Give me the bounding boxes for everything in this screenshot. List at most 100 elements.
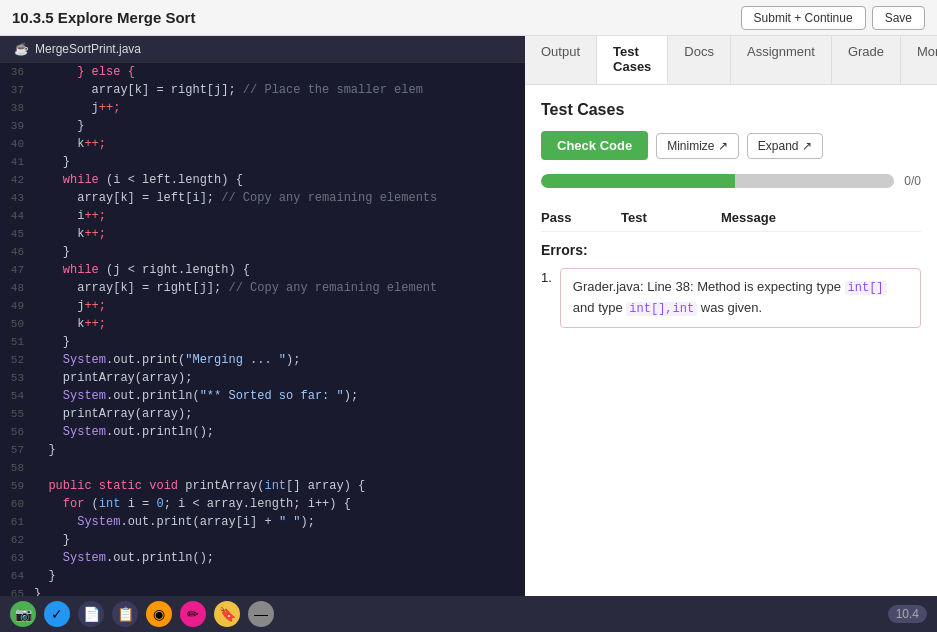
- pencil-icon[interactable]: ✏: [180, 601, 206, 627]
- line-number: 38: [0, 99, 34, 117]
- test-content: Test Cases Check Code Minimize ↗ Expand …: [525, 85, 937, 596]
- file-icon[interactable]: 📄: [78, 601, 104, 627]
- table-row: 45 k++;: [0, 225, 525, 243]
- table-row: 46 }: [0, 243, 525, 261]
- nav-tab-test-cases[interactable]: Test Cases: [597, 36, 668, 84]
- line-code: printArray(array);: [34, 369, 192, 387]
- line-number: 65: [0, 585, 34, 596]
- table-row: 49 j++;: [0, 297, 525, 315]
- check-code-button[interactable]: Check Code: [541, 131, 648, 160]
- line-code: k++;: [34, 135, 106, 153]
- test-cases-header: Test Cases: [541, 101, 921, 119]
- test-table-header: Pass Test Message: [541, 204, 921, 232]
- line-number: 56: [0, 423, 34, 441]
- page-title: 10.3.5 Explore Merge Sort: [12, 9, 741, 26]
- submit-continue-button[interactable]: Submit + Continue: [741, 6, 866, 30]
- line-number: 45: [0, 225, 34, 243]
- table-row: 55 printArray(array);: [0, 405, 525, 423]
- table-row: 37 array[k] = right[j]; // Place the sma…: [0, 81, 525, 99]
- line-number: 59: [0, 477, 34, 495]
- file-name: MergeSortPrint.java: [35, 42, 141, 56]
- line-code: array[k] = left[i]; // Copy any remainin…: [34, 189, 437, 207]
- code-panel: ☕ MergeSortPrint.java 36 } else {37 arra…: [0, 36, 525, 596]
- line-code: System.out.println();: [34, 549, 214, 567]
- error-code-type2: int[],int: [626, 302, 697, 316]
- file-tab[interactable]: ☕ MergeSortPrint.java: [0, 36, 525, 63]
- error-number: 1.: [541, 270, 552, 285]
- table-row: 63 System.out.println();: [0, 549, 525, 567]
- line-code: k++;: [34, 225, 106, 243]
- progress-bar-container: 0/0: [541, 174, 921, 188]
- table-row: 56 System.out.println();: [0, 423, 525, 441]
- table-row: 40 k++;: [0, 135, 525, 153]
- line-code: System.out.print(array[i] + " ");: [34, 513, 315, 531]
- progress-score: 0/0: [904, 174, 921, 188]
- error-code-type1: int[]: [845, 281, 887, 295]
- table-row: 54 System.out.println("** Sorted so far:…: [0, 387, 525, 405]
- table-row: 41 }: [0, 153, 525, 171]
- table-row: 61 System.out.print(array[i] + " ");: [0, 513, 525, 531]
- circle-icon[interactable]: ◉: [146, 601, 172, 627]
- table-row: 59 public static void printArray(int[] a…: [0, 477, 525, 495]
- line-number: 52: [0, 351, 34, 369]
- table-row: 65}: [0, 585, 525, 596]
- save-button[interactable]: Save: [872, 6, 925, 30]
- table-row: 57 }: [0, 441, 525, 459]
- nav-tab-output[interactable]: Output: [525, 36, 597, 84]
- nav-tab-docs[interactable]: Docs: [668, 36, 731, 84]
- line-number: 61: [0, 513, 34, 531]
- table-row: 58: [0, 459, 525, 477]
- line-code: j++;: [34, 297, 106, 315]
- line-number: 53: [0, 369, 34, 387]
- nav-tab-assignment[interactable]: Assignment: [731, 36, 832, 84]
- table-row: 52 System.out.print("Merging ... ");: [0, 351, 525, 369]
- col-message: Message: [721, 210, 921, 225]
- camera-icon[interactable]: 📷: [10, 601, 36, 627]
- top-bar-buttons: Submit + Continue Save: [741, 6, 925, 30]
- table-row: 51 }: [0, 333, 525, 351]
- line-number: 36: [0, 63, 34, 81]
- line-code: printArray(array);: [34, 405, 192, 423]
- line-code: }: [34, 531, 70, 549]
- line-number: 64: [0, 567, 34, 585]
- line-number: 58: [0, 459, 34, 477]
- line-number: 51: [0, 333, 34, 351]
- table-row: 39 }: [0, 117, 525, 135]
- test-actions: Check Code Minimize ↗ Expand ↗: [541, 131, 921, 160]
- line-number: 57: [0, 441, 34, 459]
- bookmark-icon[interactable]: 🔖: [214, 601, 240, 627]
- line-number: 44: [0, 207, 34, 225]
- line-number: 63: [0, 549, 34, 567]
- line-code: while (i < left.length) {: [34, 171, 243, 189]
- expand-button[interactable]: Expand ↗: [747, 133, 823, 159]
- nav-tab-grade[interactable]: Grade: [832, 36, 901, 84]
- line-number: 49: [0, 297, 34, 315]
- nav-tab-more[interactable]: More: [901, 36, 937, 84]
- table-row: 48 array[k] = right[j]; // Copy any rema…: [0, 279, 525, 297]
- line-code: } else {: [34, 63, 135, 81]
- minimize-button[interactable]: Minimize ↗: [656, 133, 739, 159]
- line-number: 47: [0, 261, 34, 279]
- line-number: 62: [0, 531, 34, 549]
- check-icon[interactable]: ✓: [44, 601, 70, 627]
- errors-list: 1. Grader.java: Line 38: Method is expect…: [541, 268, 921, 328]
- table-row: 50 k++;: [0, 315, 525, 333]
- java-icon: ☕: [14, 42, 29, 56]
- line-code: array[k] = right[j]; // Place the smalle…: [34, 81, 423, 99]
- line-code: for (int i = 0; i < array.length; i++) {: [34, 495, 351, 513]
- top-bar: 10.3.5 Explore Merge Sort Submit + Conti…: [0, 0, 937, 36]
- code-area[interactable]: 36 } else {37 array[k] = right[j]; // Pl…: [0, 63, 525, 596]
- line-number: 37: [0, 81, 34, 99]
- col-test: Test: [621, 210, 721, 225]
- col-pass: Pass: [541, 210, 621, 225]
- line-number: 46: [0, 243, 34, 261]
- error-message: Grader.java: Line 38: Method is expectin…: [560, 268, 921, 328]
- errors-label: Errors:: [541, 242, 921, 258]
- main-layout: ☕ MergeSortPrint.java 36 } else {37 arra…: [0, 36, 937, 596]
- copy-icon[interactable]: 📋: [112, 601, 138, 627]
- bottom-toolbar: 📷✓📄📋◉✏🔖—10.4: [0, 596, 937, 632]
- dash-icon[interactable]: —: [248, 601, 274, 627]
- line-code: System.out.println();: [34, 423, 214, 441]
- table-row: 62 }: [0, 531, 525, 549]
- line-number: 40: [0, 135, 34, 153]
